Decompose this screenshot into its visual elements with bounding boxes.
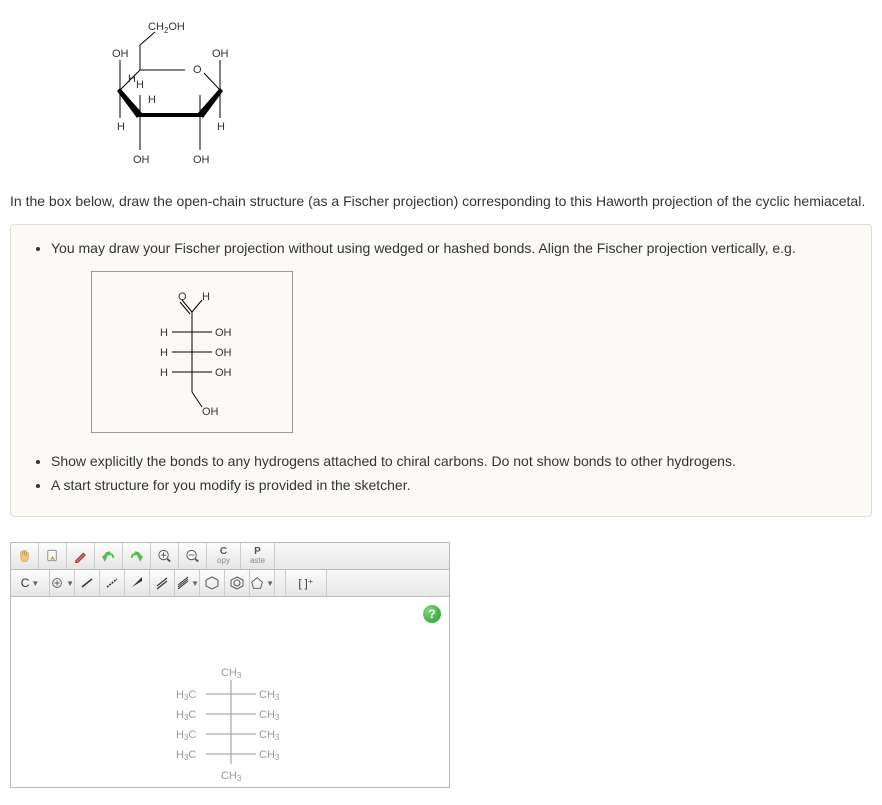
sketcher-toolbar-1: C opy P aste: [10, 542, 450, 570]
draw-tool-button[interactable]: [67, 543, 95, 569]
svg-text:CH3: CH3: [221, 667, 242, 680]
haworth-svg: O CH2OH H OH H OH H H H OH OH: [90, 10, 250, 180]
instruction-item-1: You may draw your Fischer projection wit…: [51, 240, 851, 256]
svg-text:CH3: CH3: [259, 729, 280, 742]
svg-text:H: H: [160, 347, 168, 359]
ring-hexagon-tool[interactable]: [200, 570, 225, 596]
svg-text:H: H: [160, 367, 168, 379]
svg-text:O: O: [193, 64, 202, 76]
copy-button[interactable]: C opy: [207, 543, 241, 569]
triple-bond-tool[interactable]: ▼: [175, 570, 200, 596]
fischer-example-svg: O H H OH H OH H OH OH: [142, 282, 242, 422]
svg-text:H3C: H3C: [176, 729, 196, 742]
sketcher-toolbar-2: C▼ ▼ ▼ ▼ [ ]⁺: [10, 570, 450, 597]
svg-text:CH3: CH3: [259, 689, 280, 702]
starter-structure[interactable]: CH3 H3C CH3 H3C CH3 H3C CH3 H3C CH3 CH3: [161, 664, 301, 787]
svg-text:OH: OH: [215, 327, 232, 339]
ring-pentagon-tool[interactable]: ▼: [250, 570, 275, 596]
svg-text:OH: OH: [212, 48, 229, 60]
atom-picker[interactable]: C▼: [11, 570, 50, 596]
undo-button[interactable]: [95, 543, 123, 569]
instruction-item-2: Show explicitly the bonds to any hydroge…: [51, 453, 851, 469]
select-tool-button[interactable]: [39, 543, 67, 569]
hand-tool-button[interactable]: [11, 543, 39, 569]
svg-text:H: H: [160, 327, 168, 339]
svg-text:H: H: [117, 121, 125, 133]
svg-text:H3C: H3C: [176, 689, 196, 702]
sketcher-canvas[interactable]: ? CH3 H3C CH3 H3C CH3 H3C CH3 H3C CH3 CH…: [10, 597, 450, 788]
paste-button[interactable]: P aste: [241, 543, 275, 569]
zoom-in-button[interactable]: [151, 543, 179, 569]
single-bond-tool[interactable]: [75, 570, 100, 596]
haworth-structure: O CH2OH H OH H OH H H H OH OH: [90, 10, 872, 183]
svg-text:H: H: [128, 73, 136, 85]
svg-text:OH: OH: [215, 367, 232, 379]
double-bond-tool[interactable]: [150, 570, 175, 596]
svg-text:H: H: [217, 121, 225, 133]
sketcher: C opy P aste C▼ ▼ ▼: [10, 542, 450, 788]
expand-button[interactable]: [ ]⁺: [286, 570, 327, 596]
svg-text:CH3: CH3: [259, 709, 280, 722]
wedge-bond-tool[interactable]: [125, 570, 150, 596]
svg-text:OH: OH: [133, 154, 150, 166]
svg-text:OH: OH: [112, 48, 129, 60]
svg-text:OH: OH: [193, 154, 210, 166]
instruction-box: You may draw your Fischer projection wit…: [10, 224, 872, 517]
fischer-example-box: O H H OH H OH H OH OH: [91, 271, 293, 433]
svg-text:H3C: H3C: [176, 749, 196, 762]
redo-button[interactable]: [123, 543, 151, 569]
instruction-item-3: A start structure for you modify is prov…: [51, 477, 851, 493]
charge-tool[interactable]: ▼: [50, 570, 75, 596]
svg-text:CH3: CH3: [259, 749, 280, 762]
svg-text:H: H: [148, 94, 156, 106]
question-text: In the box below, draw the open-chain st…: [10, 193, 872, 209]
svg-text:H: H: [136, 79, 144, 91]
svg-text:CH3: CH3: [221, 770, 242, 783]
svg-text:H3C: H3C: [176, 709, 196, 722]
svg-text:OH: OH: [202, 406, 219, 418]
svg-text:H: H: [202, 291, 210, 303]
dotted-bond-tool[interactable]: [100, 570, 125, 596]
svg-text:OH: OH: [215, 347, 232, 359]
zoom-out-button[interactable]: [179, 543, 207, 569]
ring-benzene-tool[interactable]: [225, 570, 250, 596]
help-button[interactable]: ?: [423, 605, 441, 623]
